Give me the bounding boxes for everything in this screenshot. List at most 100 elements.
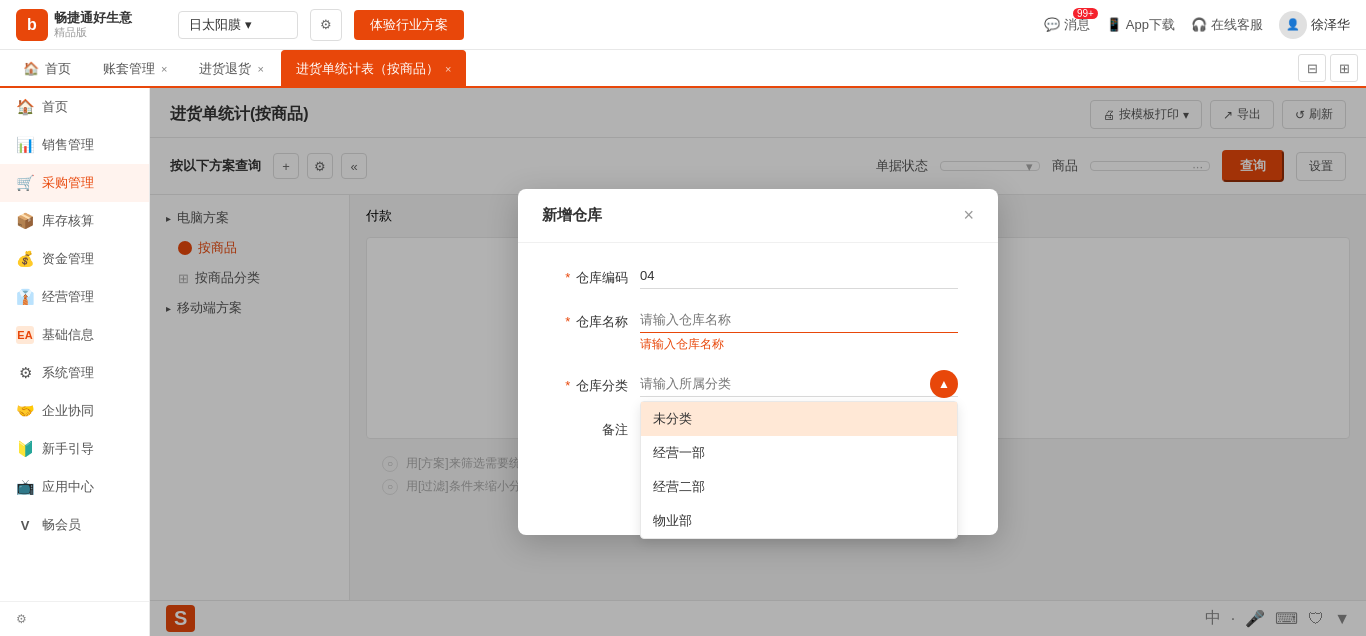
sidebar-item-finance[interactable]: 💰 资金管理: [0, 240, 149, 278]
sidebar-inventory-label: 库存核算: [42, 212, 94, 230]
home-icon: 🏠: [23, 61, 39, 76]
enterprise-sidebar-icon: 🤝: [16, 402, 34, 420]
app-logo-icon: b: [16, 9, 48, 41]
category-input[interactable]: [640, 371, 958, 397]
message-icon: 💬: [1044, 17, 1060, 32]
sidebar-item-enterprise[interactable]: 🤝 企业协同: [0, 392, 149, 430]
sidebar-item-app-center[interactable]: 📺 应用中心: [0, 468, 149, 506]
app-download-label: App下载: [1126, 16, 1175, 34]
purchase-sidebar-icon: 🛒: [16, 174, 34, 192]
online-service-label: 在线客服: [1211, 16, 1263, 34]
tab-actions: ⊟ ⊞: [1298, 54, 1358, 82]
category-arrow-icon[interactable]: ▲: [930, 370, 958, 398]
online-service-button[interactable]: 🎧 在线客服: [1191, 16, 1263, 34]
notification-badge: 99+: [1073, 8, 1098, 19]
content-area: 进货单统计(按商品) 🖨 按模板打印 ▾ ↗ 导出 ↺ 刷新 按以下方案查询: [150, 88, 1366, 636]
tab-minimize-button[interactable]: ⊟: [1298, 54, 1326, 82]
sidebar-item-member[interactable]: V 畅会员: [0, 506, 149, 544]
tab-accounts[interactable]: 账套管理 ×: [88, 50, 182, 86]
app-title: 畅捷通好生意: [54, 10, 132, 26]
store-selector[interactable]: 日太阳膜 ▾: [178, 11, 298, 39]
category-field: ▲ 未分类 经营一部 经营二部 物业部: [640, 371, 958, 397]
dropdown-item-dept2[interactable]: 经营二部: [641, 470, 957, 504]
dialog-header: 新增仓库 ×: [518, 189, 998, 243]
avatar: 👤: [1279, 11, 1307, 39]
dropdown-item-dept3[interactable]: 物业部: [641, 504, 957, 538]
code-required-star: *: [565, 270, 570, 285]
user-profile[interactable]: 👤 徐泽华: [1279, 11, 1350, 39]
headset-icon: 🎧: [1191, 17, 1207, 32]
tab-home-label: 首页: [45, 60, 71, 78]
sidebar-system-label: 系统管理: [42, 364, 94, 382]
sidebar: 🏠 首页 📊 销售管理 🛒 采购管理 📦 库存核算 💰 资金管理 👔 经营管理 …: [0, 88, 150, 636]
tab-purchase-returns-label: 进货退货: [199, 60, 251, 78]
dialog-title: 新增仓库: [542, 206, 602, 225]
main-layout: 🏠 首页 📊 销售管理 🛒 采购管理 📦 库存核算 💰 资金管理 👔 经营管理 …: [0, 88, 1366, 636]
chevron-down-icon: ▾: [245, 17, 252, 32]
member-sidebar-icon: V: [16, 516, 34, 534]
store-name: 日太阳膜: [189, 16, 241, 34]
tab-accounts-close[interactable]: ×: [161, 63, 167, 75]
sidebar-enterprise-label: 企业协同: [42, 402, 94, 420]
sidebar-sales-label: 销售管理: [42, 136, 94, 154]
settings-button[interactable]: ⚙: [310, 9, 342, 41]
app-subtitle: 精品版: [54, 26, 132, 39]
user-name: 徐泽华: [1311, 16, 1350, 34]
add-warehouse-dialog: 新增仓库 × * 仓库编码 *: [518, 189, 998, 535]
dropdown-item-dept1[interactable]: 经营一部: [641, 436, 957, 470]
category-label: * 仓库分类: [558, 371, 628, 395]
tab-home[interactable]: 🏠 首页: [8, 50, 86, 86]
form-row-name: * 仓库名称 请输入仓库名称: [558, 307, 958, 353]
notes-label: 备注: [558, 415, 628, 439]
sidebar-item-newbie[interactable]: 🔰 新手引导: [0, 430, 149, 468]
name-input[interactable]: [640, 307, 958, 333]
dialog-body: * 仓库编码 * 仓库名称 请输入仓库名称: [518, 243, 998, 479]
messages-button[interactable]: 💬 消息 99+: [1044, 16, 1090, 34]
header-right: 💬 消息 99+ 📱 App下载 🎧 在线客服 👤 徐泽华: [1044, 11, 1350, 39]
home-sidebar-icon: 🏠: [16, 98, 34, 116]
sidebar-item-inventory[interactable]: 📦 库存核算: [0, 202, 149, 240]
name-error-message: 请输入仓库名称: [640, 336, 958, 353]
operations-sidebar-icon: 👔: [16, 288, 34, 306]
sidebar-home-label: 首页: [42, 98, 68, 116]
logo-area: b 畅捷通好生意 精品版: [16, 9, 166, 41]
dialog-close-button[interactable]: ×: [963, 205, 974, 226]
sidebar-operations-label: 经营管理: [42, 288, 94, 306]
category-select-wrapper: ▲ 未分类 经营一部 经营二部 物业部: [640, 371, 958, 397]
code-label: * 仓库编码: [558, 263, 628, 287]
sales-sidebar-icon: 📊: [16, 136, 34, 154]
dropdown-item-uncategorized[interactable]: 未分类: [641, 402, 957, 436]
sidebar-item-sales[interactable]: 📊 销售管理: [0, 126, 149, 164]
sidebar-item-operations[interactable]: 👔 经营管理: [0, 278, 149, 316]
form-row-category: * 仓库分类 ▲ 未分类 经营一部 经营二部 物业部: [558, 371, 958, 397]
app-download-button[interactable]: 📱 App下载: [1106, 16, 1175, 34]
tab-purchase-stats-close[interactable]: ×: [445, 63, 451, 75]
sidebar-bottom: ⚙: [0, 601, 149, 636]
sidebar-item-home[interactable]: 🏠 首页: [0, 88, 149, 126]
code-input[interactable]: [640, 263, 958, 289]
name-label: * 仓库名称: [558, 307, 628, 331]
sidebar-item-system[interactable]: ⚙ 系统管理: [0, 354, 149, 392]
newbie-sidebar-icon: 🔰: [16, 440, 34, 458]
sidebar-item-purchase[interactable]: 🛒 采购管理: [0, 164, 149, 202]
tab-expand-button[interactable]: ⊞: [1330, 54, 1358, 82]
basic-info-sidebar-icon: EA: [16, 326, 34, 344]
trial-button[interactable]: 体验行业方案: [354, 10, 464, 40]
gear-icon: ⚙: [320, 17, 332, 32]
finance-sidebar-icon: 💰: [16, 250, 34, 268]
sidebar-item-basic-info[interactable]: EA 基础信息: [0, 316, 149, 354]
name-required-star: *: [565, 314, 570, 329]
sidebar-settings-button[interactable]: ⚙: [0, 602, 149, 636]
tab-purchase-returns-close[interactable]: ×: [257, 63, 263, 75]
category-required-star: *: [565, 378, 570, 393]
top-header: b 畅捷通好生意 精品版 日太阳膜 ▾ ⚙ 体验行业方案 💬 消息 99+ 📱 …: [0, 0, 1366, 50]
sidebar-purchase-label: 采购管理: [42, 174, 94, 192]
tab-purchase-stats[interactable]: 进货单统计表（按商品） ×: [281, 50, 466, 86]
tab-accounts-label: 账套管理: [103, 60, 155, 78]
tab-purchase-returns[interactable]: 进货退货 ×: [184, 50, 278, 86]
sidebar-member-label: 畅会员: [42, 516, 81, 534]
logo-text: 畅捷通好生意 精品版: [54, 10, 132, 39]
app-center-sidebar-icon: 📺: [16, 478, 34, 496]
system-sidebar-icon: ⚙: [16, 364, 34, 382]
sidebar-basic-info-label: 基础信息: [42, 326, 94, 344]
